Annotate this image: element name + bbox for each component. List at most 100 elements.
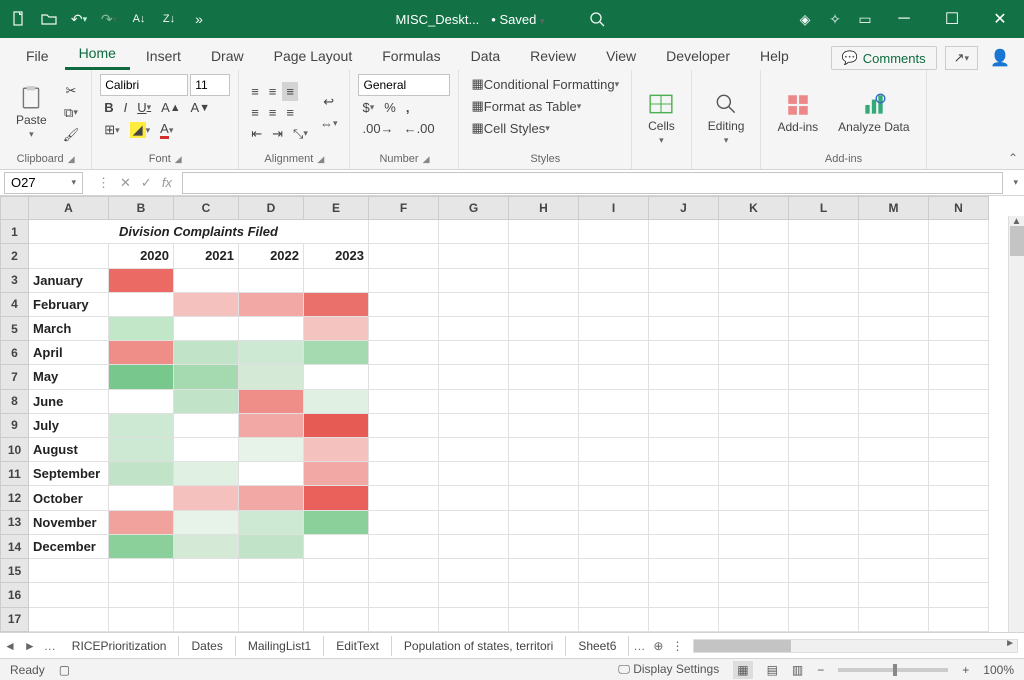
view-page-break-icon[interactable]: ▥: [792, 663, 803, 677]
increase-indent-icon[interactable]: ⇥: [268, 124, 287, 144]
cell[interactable]: [109, 413, 174, 437]
cell[interactable]: [239, 534, 304, 558]
redo-icon[interactable]: ↷▾: [98, 8, 120, 30]
cell[interactable]: [439, 268, 509, 292]
cell[interactable]: [859, 316, 929, 340]
new-file-icon[interactable]: [8, 8, 30, 30]
column-header[interactable]: C: [174, 197, 239, 220]
ribbon-tab-data[interactable]: Data: [457, 42, 515, 70]
cell[interactable]: [649, 534, 719, 558]
cell[interactable]: [649, 365, 719, 389]
account-icon[interactable]: 👤: [986, 46, 1014, 70]
cell[interactable]: [509, 389, 579, 413]
cell[interactable]: [439, 438, 509, 462]
cell[interactable]: [719, 486, 789, 510]
cell[interactable]: [304, 534, 369, 558]
decrease-indent-icon[interactable]: ⇤: [247, 124, 266, 144]
editing-button[interactable]: Editing▾: [700, 87, 753, 150]
cell[interactable]: [174, 413, 239, 437]
font-size-select[interactable]: [190, 74, 230, 96]
cell[interactable]: [239, 607, 304, 631]
cell[interactable]: [719, 389, 789, 413]
format-painter-icon[interactable]: 🖌: [59, 125, 84, 145]
cell[interactable]: [929, 462, 989, 486]
cell[interactable]: [439, 316, 509, 340]
column-header[interactable]: D: [239, 197, 304, 220]
cell[interactable]: [239, 341, 304, 365]
cell[interactable]: [649, 389, 719, 413]
ribbon-tab-developer[interactable]: Developer: [652, 42, 744, 70]
cell[interactable]: [789, 268, 859, 292]
cell[interactable]: [439, 534, 509, 558]
sheet-tab[interactable]: RICEPrioritization: [60, 636, 180, 656]
cell[interactable]: [719, 607, 789, 631]
font-name-select[interactable]: [100, 74, 188, 96]
cell[interactable]: [304, 316, 369, 340]
cell[interactable]: [439, 341, 509, 365]
cell[interactable]: [304, 510, 369, 534]
cell[interactable]: [304, 268, 369, 292]
cell[interactable]: [439, 389, 509, 413]
cell[interactable]: [439, 462, 509, 486]
cell[interactable]: [579, 607, 649, 631]
cell-styles-button[interactable]: ▦ Cell Styles ▾: [467, 118, 553, 138]
currency-icon[interactable]: $▾: [358, 98, 378, 117]
ribbon-tab-help[interactable]: Help: [746, 42, 803, 70]
cell[interactable]: [929, 292, 989, 316]
cell[interactable]: [719, 559, 789, 583]
cell[interactable]: [859, 292, 929, 316]
cell[interactable]: [929, 534, 989, 558]
cell[interactable]: [304, 438, 369, 462]
cell[interactable]: [239, 510, 304, 534]
cell[interactable]: [509, 413, 579, 437]
view-page-layout-icon[interactable]: ▤: [767, 663, 778, 677]
cell[interactable]: [509, 316, 579, 340]
cell[interactable]: [239, 583, 304, 607]
cell[interactable]: [649, 486, 719, 510]
ribbon-tab-file[interactable]: File: [12, 42, 63, 70]
cell[interactable]: [859, 510, 929, 534]
sort-asc-icon[interactable]: A↓: [128, 8, 150, 30]
grow-font-button[interactable]: A▲: [157, 98, 184, 117]
cell[interactable]: [509, 462, 579, 486]
cell[interactable]: [509, 583, 579, 607]
cell[interactable]: [109, 341, 174, 365]
cell[interactable]: [304, 462, 369, 486]
cell[interactable]: Division Complaints Filed: [29, 220, 369, 244]
cell[interactable]: [369, 607, 439, 631]
window-icon[interactable]: ▭: [854, 8, 876, 30]
column-header[interactable]: J: [649, 197, 719, 220]
row-header[interactable]: 9: [1, 413, 29, 437]
dialog-launcher-icon[interactable]: ◢: [423, 154, 430, 165]
bold-button[interactable]: B: [100, 98, 117, 117]
comma-icon[interactable]: ,: [402, 98, 414, 117]
cell[interactable]: [719, 341, 789, 365]
cell[interactable]: [29, 559, 109, 583]
cell[interactable]: [859, 244, 929, 268]
cell[interactable]: [649, 559, 719, 583]
cell[interactable]: [579, 316, 649, 340]
cell[interactable]: [174, 510, 239, 534]
sheet-tab[interactable]: Sheet6: [566, 636, 629, 656]
cell[interactable]: [239, 389, 304, 413]
cell[interactable]: [579, 220, 649, 244]
zoom-out-icon[interactable]: −: [817, 663, 824, 677]
cell[interactable]: [174, 534, 239, 558]
cell[interactable]: July: [29, 413, 109, 437]
cell[interactable]: [369, 559, 439, 583]
cell[interactable]: [719, 316, 789, 340]
close-button[interactable]: ✕: [980, 4, 1020, 34]
cell[interactable]: [304, 486, 369, 510]
zoom-level[interactable]: 100%: [983, 663, 1014, 677]
row-header[interactable]: 11: [1, 462, 29, 486]
row-header[interactable]: 17: [1, 607, 29, 631]
cell[interactable]: [109, 510, 174, 534]
cell[interactable]: [109, 292, 174, 316]
column-header[interactable]: E: [304, 197, 369, 220]
sheet-nav-next-icon[interactable]: ►: [20, 639, 40, 653]
cell[interactable]: [109, 486, 174, 510]
formula-input[interactable]: [182, 172, 1004, 194]
sheet-tab[interactable]: Dates: [179, 636, 235, 656]
cell[interactable]: [369, 292, 439, 316]
cell[interactable]: [929, 486, 989, 510]
